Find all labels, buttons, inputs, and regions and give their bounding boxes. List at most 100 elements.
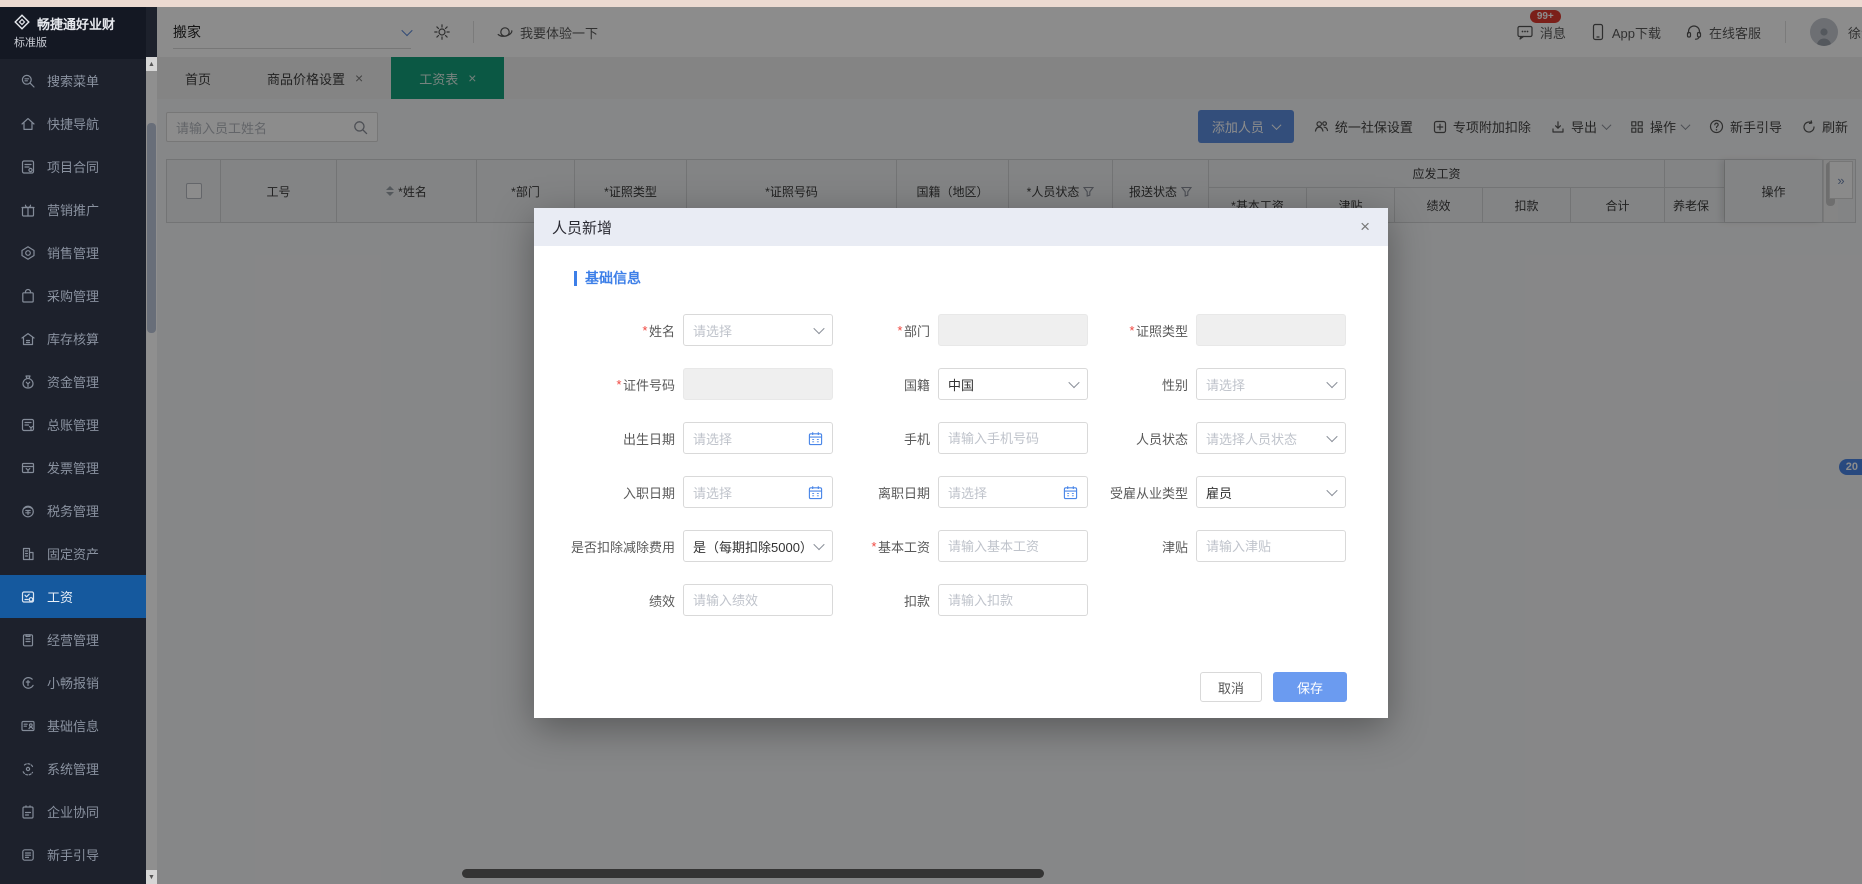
chevron-down-icon [813, 322, 825, 335]
salary-icon [19, 588, 36, 605]
sidebar-item-label: 基础信息 [47, 719, 100, 734]
deduction-exemption-select[interactable]: 是（每期扣除5000） [683, 530, 833, 562]
field-label: 绩效 [648, 593, 675, 609]
sidebar-item-fixed-assets[interactable]: 固定资产 [0, 532, 146, 575]
performance-input[interactable] [683, 584, 833, 616]
sidebar-item-tax[interactable]: 税务管理 [0, 489, 146, 532]
calendar-icon [808, 431, 823, 445]
deduction-input[interactable] [938, 584, 1088, 616]
calendar-icon [808, 485, 823, 499]
form-row: 出生日期 请选择 手机 人员状态 请选择人员状态 [534, 422, 1388, 454]
save-button[interactable]: 保存 [1273, 672, 1347, 702]
sidebar-scrollbar-track[interactable]: ▲ ▼ [146, 57, 157, 884]
sidebar-item-label: 资金管理 [47, 375, 100, 390]
nationality-select[interactable]: 中国 [938, 368, 1088, 400]
sidebar-item-marketing[interactable]: 营销推广 [0, 188, 146, 231]
field-label: * 证件号码 [615, 376, 675, 393]
brand-name: 畅捷通好业财 [37, 17, 116, 32]
sidebar-item-label: 企业协同 [47, 805, 100, 820]
sidebar-item-label: 销售管理 [47, 246, 100, 261]
sidebar-item-label: 固定资产 [47, 547, 100, 562]
ledger-icon [19, 416, 36, 433]
chevron-down-icon [1068, 376, 1080, 389]
sidebar-item-base-info[interactable]: 基础信息 [0, 704, 146, 747]
field-label: 入职日期 [622, 485, 675, 501]
field-label: 是否扣除减除费用 [570, 539, 675, 555]
sidebar-item-sales[interactable]: 销售管理 [0, 231, 146, 274]
modal-header: 人员新增 × [534, 208, 1388, 246]
contract-icon [19, 158, 36, 175]
field-label: 手机 [903, 431, 930, 447]
sidebar-item-invoice[interactable]: 发票管理 [0, 446, 146, 489]
sidebar-item-search-menu[interactable]: 搜索菜单 [0, 59, 146, 102]
brand-logo: 畅捷通好业财 标准版 [0, 7, 146, 59]
sidebar-item-label: 系统管理 [47, 762, 100, 777]
sidebar-item-system[interactable]: 系统管理 [0, 747, 146, 790]
sidebar-item-funds[interactable]: 资金管理 [0, 360, 146, 403]
form-row: * 姓名 请选择 * 部门 * 证照类型 [534, 314, 1388, 346]
sidebar-scrollbar-thumb[interactable] [147, 123, 156, 333]
search-icon [19, 72, 36, 89]
mobile-input-field[interactable] [948, 430, 1078, 446]
gift-icon [19, 201, 36, 218]
sidebar-item-label: 发票管理 [47, 461, 100, 476]
sidebar-item-label: 营销推广 [47, 203, 100, 218]
field-label: 受雇从业类型 [1109, 485, 1188, 501]
hire-date-picker[interactable]: 请选择 [683, 476, 833, 508]
gender-select[interactable]: 请选择 [1196, 368, 1346, 400]
modal-body: 基础信息 * 姓名 请选择 * 部门 * 证照类型 * 证件号码 国籍 中国 性别 [534, 246, 1388, 616]
sidebar-item-label: 经营管理 [47, 633, 100, 648]
sidebar-item-label: 快捷导航 [47, 117, 100, 132]
sidebar: 畅捷通好业财 标准版 搜索菜单 快捷导航 项目合同 营销推广 销售管理 采购管理 [0, 7, 146, 884]
form-row: * 证件号码 国籍 中国 性别 请选择 [534, 368, 1388, 400]
birth-date-picker[interactable]: 请选择 [683, 422, 833, 454]
sidebar-item-reimburse[interactable]: 小畅报销 [0, 661, 146, 704]
sidebar-item-operations[interactable]: 经营管理 [0, 618, 146, 661]
sidebar-item-purchase[interactable]: 采购管理 [0, 274, 146, 317]
collaboration-icon [19, 803, 36, 820]
sidebar-item-label: 采购管理 [47, 289, 100, 304]
field-label: 津贴 [1161, 539, 1188, 555]
allowance-input[interactable] [1196, 530, 1346, 562]
modal-title: 人员新增 [552, 219, 613, 237]
browser-edge-strip [0, 0, 1862, 7]
sidebar-item-collaboration[interactable]: 企业协同 [0, 790, 146, 833]
field-label: 扣款 [903, 593, 930, 609]
field-label: * 部门 [896, 322, 930, 339]
sidebar-item-guide[interactable]: 新手引导 [0, 833, 146, 876]
sidebar-item-ledger[interactable]: 总账管理 [0, 403, 146, 446]
sidebar-item-salary[interactable]: 工资 [0, 575, 146, 618]
tax-icon [19, 502, 36, 519]
employment-type-select[interactable]: 雇员 [1196, 476, 1346, 508]
deduction-input-field[interactable] [948, 592, 1078, 608]
chevron-down-icon [1326, 484, 1338, 497]
name-select[interactable]: 请选择 [683, 314, 833, 346]
sidebar-scrollbar[interactable]: ▲ ▼ [146, 7, 157, 884]
sidebar-item-label: 小畅报销 [47, 676, 100, 691]
allowance-input-field[interactable] [1206, 538, 1336, 554]
scroll-up-button[interactable]: ▲ [146, 57, 157, 71]
calendar-icon [1063, 485, 1078, 499]
building-icon [19, 545, 36, 562]
close-icon[interactable]: × [1360, 217, 1370, 237]
base-salary-input-field[interactable] [948, 538, 1078, 554]
sidebar-item-project-contract[interactable]: 项目合同 [0, 145, 146, 188]
sidebar-item-label: 项目合同 [47, 160, 100, 175]
cancel-button[interactable]: 取消 [1200, 672, 1262, 702]
certificate-number-field-disabled [683, 368, 833, 400]
mobile-input[interactable] [938, 422, 1088, 454]
person-status-select[interactable]: 请选择人员状态 [1196, 422, 1346, 454]
sales-icon [19, 244, 36, 261]
leave-date-picker[interactable]: 请选择 [938, 476, 1088, 508]
sidebar-item-label: 搜索菜单 [47, 74, 100, 89]
scroll-down-button[interactable]: ▼ [146, 870, 157, 884]
sidebar-item-quick-nav[interactable]: 快捷导航 [0, 102, 146, 145]
system-icon [19, 760, 36, 777]
field-label: 性别 [1161, 377, 1188, 393]
form-row: 是否扣除减除费用 是（每期扣除5000） *基本工资 津贴 [534, 530, 1388, 562]
base-salary-input[interactable] [938, 530, 1088, 562]
sidebar-item-inventory[interactable]: 库存核算 [0, 317, 146, 360]
add-person-modal: 人员新增 × 基础信息 * 姓名 请选择 * 部门 * 证照类型 * 证件号码 国籍 中… [534, 208, 1388, 718]
id-card-icon [19, 717, 36, 734]
performance-input-field[interactable] [693, 592, 823, 608]
